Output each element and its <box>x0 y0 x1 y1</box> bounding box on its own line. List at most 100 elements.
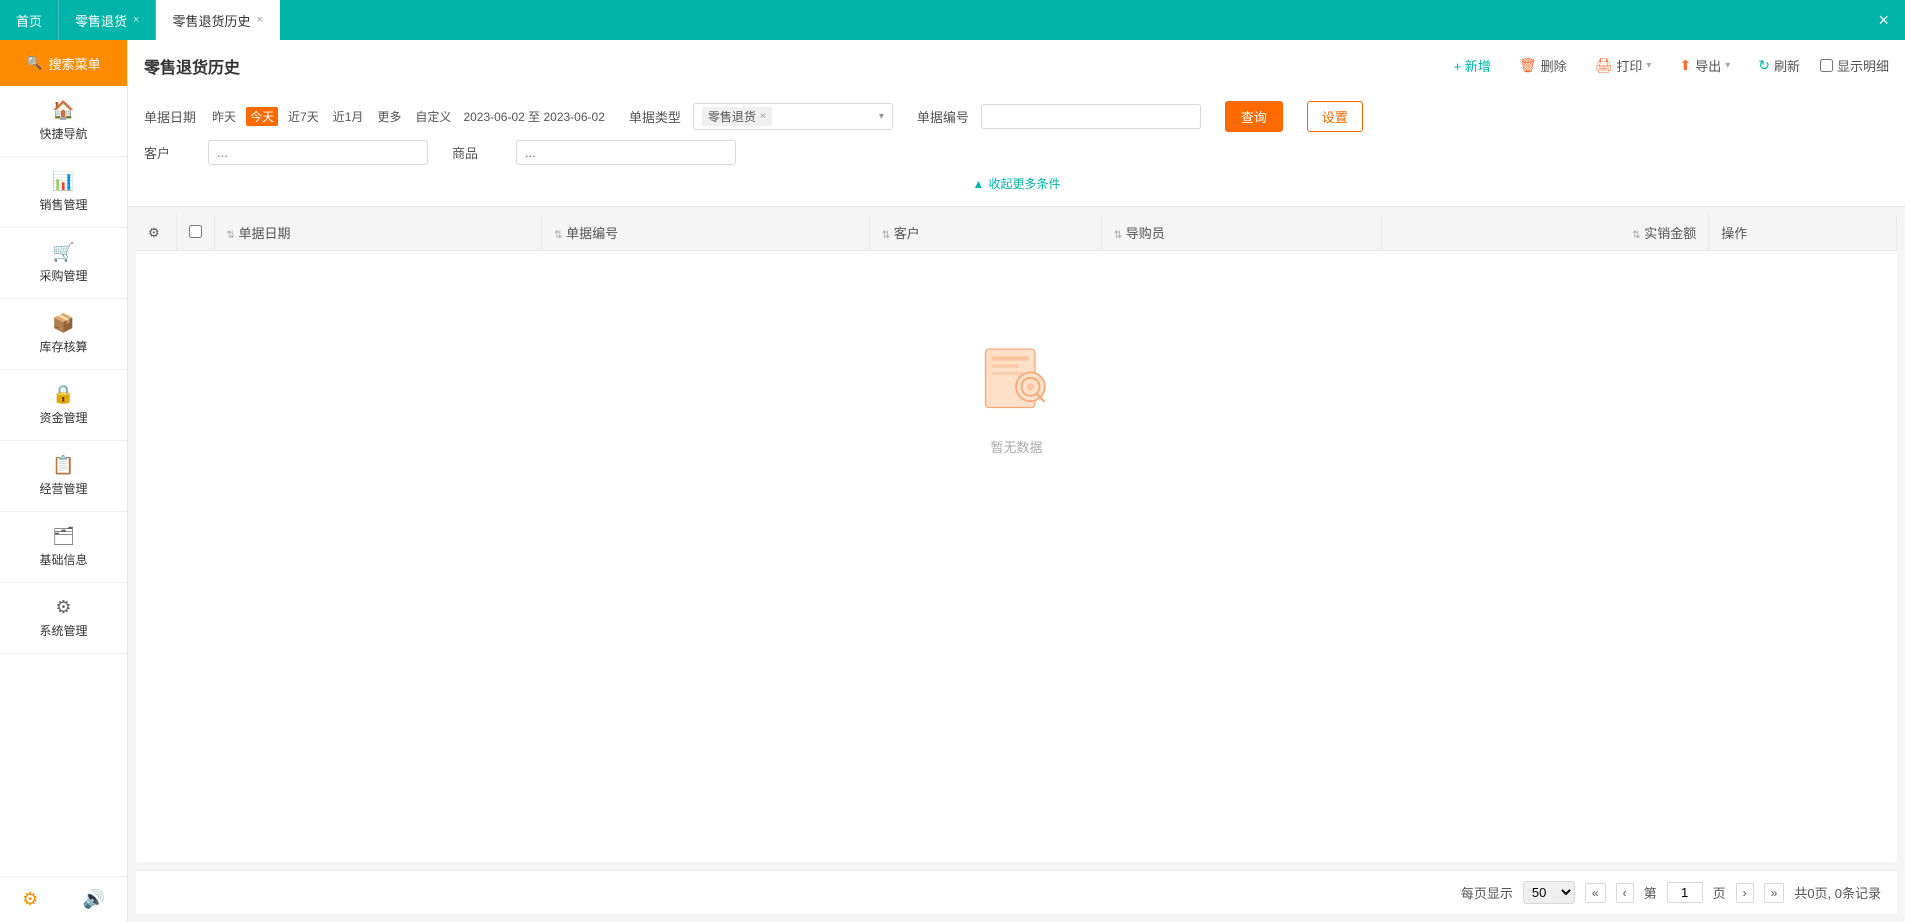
tab-retail-return-close[interactable]: × <box>133 14 139 26</box>
th-guide-label: 导购员 <box>1126 226 1165 241</box>
display-detail-checkbox-wrap: 显示明细 <box>1820 56 1889 75</box>
delete-button-label: 删除 <box>1541 56 1567 75</box>
operations-icon: 📋 <box>52 455 74 476</box>
collapse-up-icon: ▲ <box>973 177 985 191</box>
th-number: ⇅ 单据编号 <box>542 215 870 251</box>
sidebar-search-label: 搜索菜单 <box>49 54 101 73</box>
inventory-icon: 📦 <box>52 313 74 334</box>
sidebar-item-system[interactable]: ⚙ 系统管理 <box>0 583 127 654</box>
table-footer: 每页显示 50 10 20 100 « ‹ 第 页 › » 共0页, 0条记录 <box>136 870 1897 914</box>
date-opt-yesterday[interactable]: 昨天 <box>208 107 240 126</box>
goods-filter-input[interactable] <box>516 140 736 165</box>
empty-state: 暂无数据 <box>136 251 1897 536</box>
empty-state-text: 暂无数据 <box>990 437 1042 456</box>
page-number-input[interactable] <box>1667 882 1703 903</box>
th-customer: ⇅ 客户 <box>869 215 1101 251</box>
tab-retail-return-history-close[interactable]: × <box>256 14 262 26</box>
export-button[interactable]: ⬆ 导出 ▾ <box>1671 52 1738 79</box>
type-select-wrap[interactable]: 零售退货 × ▾ <box>693 103 893 130</box>
filter-row-1: 单据日期 昨天 今天 近7天 近1月 更多 自定义 2023-06-02 至 2… <box>144 97 1889 136</box>
th-customer-label: 客户 <box>894 226 920 241</box>
date-opt-7days[interactable]: 近7天 <box>284 107 323 126</box>
page-title: 零售退货历史 <box>144 54 240 78</box>
tab-retail-return[interactable]: 零售退货 × <box>59 0 156 40</box>
top-bar: 首页 零售退货 × 零售退货历史 × × <box>0 0 1905 40</box>
print-icon: 🖨 <box>1595 57 1613 74</box>
display-detail-checkbox[interactable] <box>1820 59 1833 72</box>
th-date-icon[interactable]: ⇅ <box>227 230 235 241</box>
sidebar-item-operations-label: 经营管理 <box>39 480 87 497</box>
tab-home-label: 首页 <box>16 11 42 30</box>
next-page-button[interactable]: › <box>1736 883 1754 903</box>
sales-icon: 📊 <box>52 171 74 192</box>
sidebar-item-base-info[interactable]: 🗂 基础信息 <box>0 512 127 583</box>
new-button[interactable]: + 新增 <box>1446 52 1499 79</box>
th-customer-sort-icon[interactable]: ⇅ <box>882 230 890 241</box>
sidebar-bottom: ⚙ 🔊 <box>0 876 127 922</box>
tab-home[interactable]: 首页 <box>0 0 59 40</box>
th-amount-sort-icon[interactable]: ⇅ <box>1632 230 1640 241</box>
search-icon: 🔍 <box>26 55 42 71</box>
query-button[interactable]: 查询 <box>1225 101 1283 132</box>
number-filter-input[interactable] <box>981 104 1201 129</box>
sidebar-item-sales[interactable]: 📊 销售管理 <box>0 157 127 228</box>
collapse-filter-label: 收起更多条件 <box>988 175 1060 192</box>
delete-button[interactable]: 🗑 删除 <box>1511 52 1575 79</box>
export-button-label: 导出 <box>1695 56 1721 75</box>
filter-number: 单据编号 <box>917 104 1201 129</box>
finance-icon: 🔒 <box>52 384 74 405</box>
settings-button[interactable]: 设置 <box>1307 101 1363 132</box>
print-button[interactable]: 🖨 打印 ▾ <box>1587 52 1660 79</box>
date-opt-1month[interactable]: 近1月 <box>329 107 368 126</box>
sidebar-item-system-label: 系统管理 <box>39 622 87 639</box>
sidebar-item-inventory[interactable]: 📦 库存核算 <box>0 299 127 370</box>
th-guide: ⇅ 导购员 <box>1101 215 1381 251</box>
th-action-label: 操作 <box>1721 226 1747 241</box>
filter-goods: 商品 <box>452 140 736 165</box>
th-amount-label: 实销金额 <box>1644 226 1696 241</box>
date-options: 昨天 今天 近7天 近1月 更多 自定义 <box>208 107 455 126</box>
th-number-sort-icon[interactable]: ⇅ <box>554 230 562 241</box>
th-date: ⇅ 单据日期 <box>214 215 542 251</box>
home-icon: 🏠 <box>52 100 74 121</box>
th-number-label: 单据编号 <box>566 226 618 241</box>
tab-retail-return-label: 零售退货 <box>75 11 127 30</box>
tab-retail-return-history-label: 零售退货历史 <box>172 11 250 30</box>
sidebar-item-operations[interactable]: 📋 经营管理 <box>0 441 127 512</box>
th-amount: ⇅ 实销金额 <box>1381 215 1709 251</box>
page-size-select[interactable]: 50 10 20 100 <box>1523 881 1575 904</box>
type-select-chevron: ▾ <box>879 111 884 122</box>
window-close-button[interactable]: × <box>1862 0 1905 40</box>
th-date-label: 单据日期 <box>239 226 291 241</box>
empty-state-icon <box>972 331 1062 421</box>
sidebar-search[interactable]: 🔍 搜索菜单 <box>0 40 127 86</box>
new-button-label: + 新增 <box>1454 56 1491 75</box>
date-opt-today[interactable]: 今天 <box>246 107 278 126</box>
page-label-suffix: 页 <box>1713 883 1726 902</box>
sidebar-item-purchase[interactable]: 🛒 采购管理 <box>0 228 127 299</box>
collapse-filter-button[interactable]: ▲ 收起更多条件 <box>973 169 1061 198</box>
column-settings-icon[interactable]: ⚙ <box>148 225 160 240</box>
first-page-button[interactable]: « <box>1585 883 1606 903</box>
display-detail-label: 显示明细 <box>1837 56 1889 75</box>
audio-icon[interactable]: 🔊 <box>82 889 104 910</box>
date-opt-more[interactable]: 更多 <box>373 107 405 126</box>
select-all-checkbox[interactable] <box>189 225 202 238</box>
refresh-button[interactable]: ↻ 刷新 <box>1750 52 1808 79</box>
th-guide-sort-icon[interactable]: ⇅ <box>1114 230 1122 241</box>
page-label-prefix: 第 <box>1644 883 1657 902</box>
prev-page-button[interactable]: ‹ <box>1616 883 1634 903</box>
refresh-icon: ↻ <box>1758 57 1770 74</box>
settings-bottom-icon[interactable]: ⚙ <box>22 889 38 910</box>
type-tag-close[interactable]: × <box>760 111 766 122</box>
type-tag: 零售退货 × <box>702 107 772 126</box>
last-page-button[interactable]: » <box>1764 883 1785 903</box>
sidebar-item-finance[interactable]: 🔒 资金管理 <box>0 370 127 441</box>
sidebar-item-quick-nav[interactable]: 🏠 快捷导航 <box>0 86 127 157</box>
customer-filter-input[interactable] <box>208 140 428 165</box>
export-chevron-icon: ▾ <box>1725 60 1730 71</box>
tab-retail-return-history[interactable]: 零售退货历史 × <box>156 0 279 40</box>
delete-icon: 🗑 <box>1519 57 1537 74</box>
sidebar: 🔍 搜索菜单 🏠 快捷导航 📊 销售管理 🛒 采购管理 📦 库存核算 🔒 资金管… <box>0 40 128 922</box>
date-opt-custom[interactable]: 自定义 <box>411 107 455 126</box>
